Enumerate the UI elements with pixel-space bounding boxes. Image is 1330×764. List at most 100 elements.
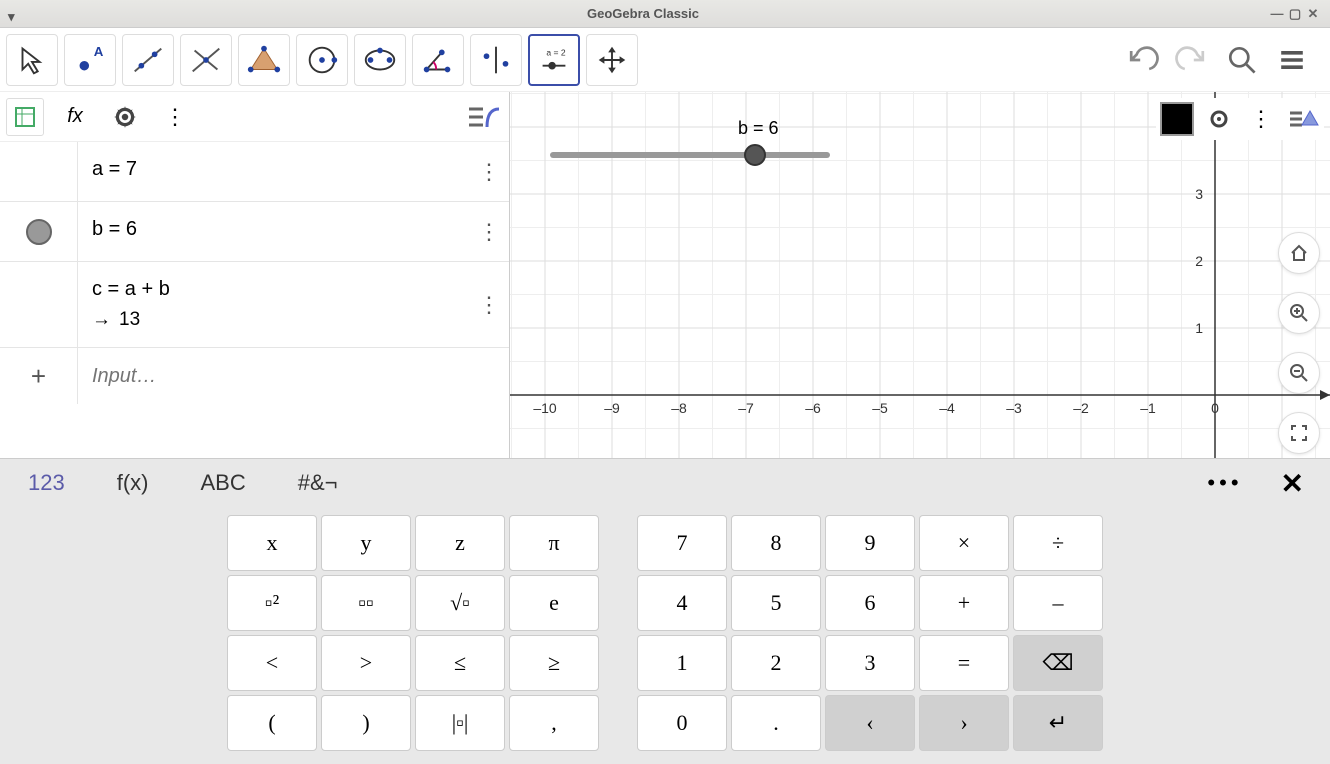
key-y[interactable]: y [321, 515, 411, 571]
svg-text:–8: –8 [671, 400, 687, 416]
key-lp[interactable]: ( [227, 695, 317, 751]
construction-protocol-icon[interactable] [6, 98, 44, 136]
row-menu-icon[interactable] [469, 142, 509, 201]
key-rp[interactable]: ) [321, 695, 411, 751]
key-plus[interactable]: + [919, 575, 1009, 631]
graphics-view[interactable]: –10–9–8–7–6–5–4–3–2–10123 b = 6 [510, 92, 1330, 458]
fx-icon[interactable]: fx [56, 98, 94, 136]
key-e[interactable]: e [509, 575, 599, 631]
home-button[interactable] [1278, 232, 1320, 274]
key-0[interactable]: 0 [637, 695, 727, 751]
algebra-row[interactable]: c = a + b →13 [0, 262, 509, 348]
tool-ellipse[interactable] [354, 34, 406, 86]
minimize-button[interactable]: — [1268, 6, 1286, 21]
key-mul[interactable]: × [919, 515, 1009, 571]
row-menu-icon[interactable] [469, 262, 509, 347]
key-enter[interactable]: ↵ [1013, 695, 1103, 751]
svg-text:–2: –2 [1073, 400, 1089, 416]
algebra-row[interactable]: b = 6 [0, 202, 509, 262]
key-pi[interactable]: π [509, 515, 599, 571]
kb-tab-sym[interactable]: #&¬ [286, 464, 350, 502]
close-window-button[interactable]: ✕ [1304, 6, 1322, 22]
svg-text:–3: –3 [1006, 400, 1022, 416]
key-eq[interactable]: = [919, 635, 1009, 691]
redo-button[interactable] [1172, 40, 1212, 80]
key-left[interactable]: ‹ [825, 695, 915, 751]
key-abs[interactable]: |▫| [415, 695, 505, 751]
tool-reflect[interactable] [470, 34, 522, 86]
key-sq[interactable]: ▫² [227, 575, 317, 631]
algebra-input[interactable] [78, 348, 509, 404]
algebra-more-icon[interactable] [156, 98, 194, 136]
zoom-out-button[interactable] [1278, 352, 1320, 394]
key-gt[interactable]: > [321, 635, 411, 691]
graphics-more-icon[interactable] [1244, 102, 1278, 136]
settings-icon[interactable] [106, 98, 144, 136]
visibility-marble[interactable] [26, 219, 52, 245]
svg-text:3: 3 [1195, 186, 1203, 202]
graphics-style-icon[interactable] [1286, 102, 1320, 136]
key-4[interactable]: 4 [637, 575, 727, 631]
key-comma[interactable]: , [509, 695, 599, 751]
slider-thumb[interactable] [744, 144, 766, 166]
tool-circle[interactable] [296, 34, 348, 86]
key-ge[interactable]: ≥ [509, 635, 599, 691]
key-bksp[interactable]: ⌫ [1013, 635, 1103, 691]
key-x[interactable]: x [227, 515, 317, 571]
tool-slider[interactable]: a = 2 [528, 34, 580, 86]
key-9[interactable]: 9 [825, 515, 915, 571]
key-7[interactable]: 7 [637, 515, 727, 571]
key-dot[interactable]: . [731, 695, 821, 751]
algebra-expr: a = 7 [92, 158, 137, 180]
svg-text:–1: –1 [1140, 400, 1156, 416]
key-1[interactable]: 1 [637, 635, 727, 691]
tool-perpendicular[interactable] [180, 34, 232, 86]
key-minus[interactable]: – [1013, 575, 1103, 631]
search-button[interactable] [1222, 40, 1262, 80]
key-lt[interactable]: < [227, 635, 317, 691]
zoom-in-button[interactable] [1278, 292, 1320, 334]
app-menu-icon[interactable]: ▾ [8, 9, 18, 19]
key-2[interactable]: 2 [731, 635, 821, 691]
maximize-button[interactable]: ▢ [1286, 6, 1304, 22]
svg-text:a = 2: a = 2 [546, 47, 565, 57]
undo-button[interactable] [1122, 40, 1162, 80]
key-6[interactable]: 6 [825, 575, 915, 631]
tool-move[interactable] [6, 34, 58, 86]
sort-icon[interactable] [465, 98, 503, 136]
kb-more-icon[interactable]: ••• [1207, 470, 1242, 496]
menu-button[interactable] [1272, 40, 1312, 80]
tool-angle[interactable] [412, 34, 464, 86]
svg-text:–5: –5 [872, 400, 888, 416]
fullscreen-button[interactable] [1278, 412, 1320, 454]
key-le[interactable]: ≤ [415, 635, 505, 691]
kb-close-button[interactable]: ✕ [1271, 467, 1314, 500]
kb-tab-fx[interactable]: f(x) [105, 464, 161, 502]
graphics-settings-icon[interactable] [1202, 102, 1236, 136]
key-5[interactable]: 5 [731, 575, 821, 631]
kb-tab-abc[interactable]: ABC [188, 464, 257, 502]
key-right[interactable]: › [919, 695, 1009, 751]
key-pow[interactable]: ▫▫ [321, 575, 411, 631]
svg-text:–6: –6 [805, 400, 821, 416]
key-3[interactable]: 3 [825, 635, 915, 691]
slider-track[interactable] [550, 152, 830, 158]
key-sqrt[interactable]: √▫ [415, 575, 505, 631]
row-menu-icon[interactable] [469, 202, 509, 261]
algebra-panel: fx a = 7 b = 6 c = a + b →13 [0, 92, 510, 458]
color-picker[interactable] [1160, 102, 1194, 136]
key-8[interactable]: 8 [731, 515, 821, 571]
key-div[interactable]: ÷ [1013, 515, 1103, 571]
algebra-expr: b = 6 [92, 218, 137, 240]
algebra-result: 13 [119, 309, 140, 331]
key-z[interactable]: z [415, 515, 505, 571]
svg-text:–9: –9 [604, 400, 620, 416]
tool-polygon[interactable] [238, 34, 290, 86]
tool-move-view[interactable] [586, 34, 638, 86]
algebra-input-row: + [0, 348, 509, 404]
kb-tab-123[interactable]: 123 [16, 464, 77, 502]
tool-line[interactable] [122, 34, 174, 86]
algebra-row[interactable]: a = 7 [0, 142, 509, 202]
add-input-icon[interactable]: + [0, 348, 78, 404]
tool-point[interactable]: A [64, 34, 116, 86]
